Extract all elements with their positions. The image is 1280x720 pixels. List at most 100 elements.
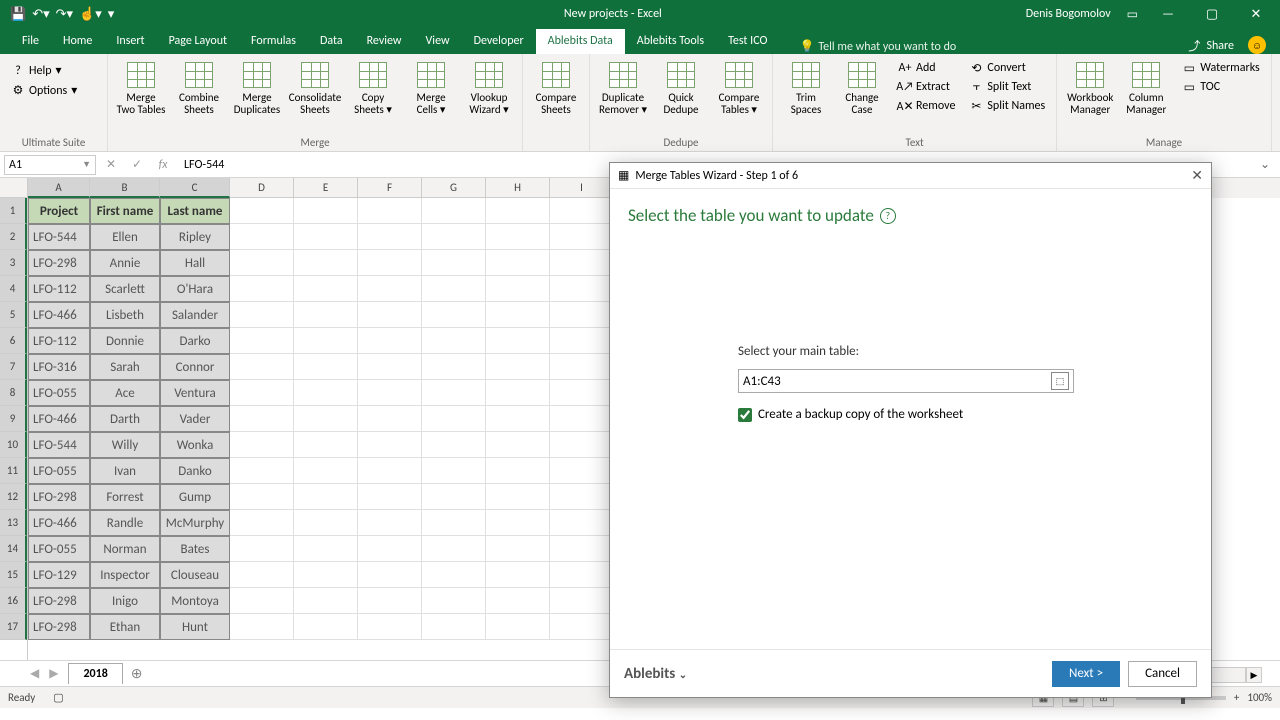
- table-cell[interactable]: LFO-055: [28, 536, 90, 562]
- text-add[interactable]: A+Add: [896, 59, 957, 77]
- table-cell[interactable]: Darth: [90, 406, 160, 432]
- manage-watermarks[interactable]: ▭Watermarks: [1180, 59, 1262, 77]
- dedupe-btn-2[interactable]: Compare Tables ▾: [711, 57, 767, 118]
- scroll-right-icon[interactable]: ▶: [1246, 667, 1262, 683]
- row-header-1[interactable]: 1: [0, 198, 27, 224]
- table-cell[interactable]: Ripley: [160, 224, 230, 250]
- table-cell[interactable]: Donnie: [90, 328, 160, 354]
- table-cell[interactable]: O'Hara: [160, 276, 230, 302]
- merge-btn-1[interactable]: Combine Sheets: [171, 57, 227, 118]
- row-header-3[interactable]: 3: [0, 250, 27, 276]
- table-cell[interactable]: Wonka: [160, 432, 230, 458]
- table-cell[interactable]: Salander: [160, 302, 230, 328]
- col-header-I[interactable]: I: [550, 178, 614, 198]
- help-icon[interactable]: ?: [880, 208, 896, 224]
- table-cell[interactable]: LFO-466: [28, 406, 90, 432]
- tab-ablebits-data[interactable]: Ablebits Data: [536, 29, 625, 54]
- table-cell[interactable]: Annie: [90, 250, 160, 276]
- text-convert[interactable]: ⟲Convert: [967, 59, 1047, 77]
- tab-ablebits-tools[interactable]: Ablebits Tools: [625, 29, 716, 54]
- table-header[interactable]: First name: [90, 198, 160, 224]
- col-header-E[interactable]: E: [294, 178, 358, 198]
- options-button[interactable]: ⚙Options ▾: [9, 81, 79, 100]
- cancel-formula-icon[interactable]: ✕: [100, 157, 122, 172]
- table-cell[interactable]: McMurphy: [160, 510, 230, 536]
- col-header-D[interactable]: D: [230, 178, 294, 198]
- tab-view[interactable]: View: [414, 29, 462, 54]
- row-header-9[interactable]: 9: [0, 406, 27, 432]
- table-cell[interactable]: LFO-112: [28, 276, 90, 302]
- row-header-2[interactable]: 2: [0, 224, 27, 250]
- table-cell[interactable]: Lisbeth: [90, 302, 160, 328]
- row-header-10[interactable]: 10: [0, 432, 27, 458]
- manage-toc[interactable]: ▭TOC: [1180, 78, 1262, 96]
- col-header-B[interactable]: B: [90, 178, 160, 198]
- row-header-11[interactable]: 11: [0, 458, 27, 484]
- table-cell[interactable]: Montoya: [160, 588, 230, 614]
- table-cell[interactable]: Inigo: [90, 588, 160, 614]
- table-header[interactable]: Last name: [160, 198, 230, 224]
- row-header-4[interactable]: 4: [0, 276, 27, 302]
- col-header-F[interactable]: F: [358, 178, 422, 198]
- merge-btn-0[interactable]: Merge Two Tables: [113, 57, 169, 118]
- tell-me[interactable]: 💡 Tell me what you want to do: [799, 39, 956, 54]
- row-header-14[interactable]: 14: [0, 536, 27, 562]
- table-cell[interactable]: Ace: [90, 380, 160, 406]
- expand-formula-icon[interactable]: ⌄: [1254, 157, 1276, 172]
- table-cell[interactable]: LFO-544: [28, 224, 90, 250]
- row-header-16[interactable]: 16: [0, 588, 27, 614]
- save-icon[interactable]: 💾: [10, 7, 26, 22]
- text-extract[interactable]: A↗Extract: [896, 78, 957, 96]
- table-cell[interactable]: Darko: [160, 328, 230, 354]
- table-cell[interactable]: LFO-544: [28, 432, 90, 458]
- table-cell[interactable]: Norman: [90, 536, 160, 562]
- enter-formula-icon[interactable]: ✓: [126, 157, 148, 172]
- merge-btn-4[interactable]: Copy Sheets ▾: [345, 57, 401, 118]
- table-cell[interactable]: LFO-466: [28, 510, 90, 536]
- table-cell[interactable]: Hunt: [160, 614, 230, 640]
- col-header-C[interactable]: C: [160, 178, 230, 198]
- sheet-tab-2018[interactable]: 2018: [68, 663, 122, 684]
- help-button[interactable]: ?Help ▾: [9, 61, 64, 80]
- row-header-6[interactable]: 6: [0, 328, 27, 354]
- table-cell[interactable]: Bates: [160, 536, 230, 562]
- backup-checkbox[interactable]: Create a backup copy of the worksheet: [738, 407, 1193, 422]
- tab-developer[interactable]: Developer: [462, 29, 536, 54]
- undo-icon[interactable]: ↶▾: [32, 7, 49, 22]
- table-cell[interactable]: Ventura: [160, 380, 230, 406]
- text-remove[interactable]: A✕Remove: [896, 97, 957, 115]
- row-header-13[interactable]: 13: [0, 510, 27, 536]
- table-cell[interactable]: Clouseau: [160, 562, 230, 588]
- row-header-15[interactable]: 15: [0, 562, 27, 588]
- tab-data[interactable]: Data: [308, 29, 355, 54]
- table-cell[interactable]: Sarah: [90, 354, 160, 380]
- zoom-level[interactable]: 100%: [1247, 691, 1272, 704]
- row-header-8[interactable]: 8: [0, 380, 27, 406]
- dedupe-btn-0[interactable]: Duplicate Remover ▾: [595, 57, 651, 118]
- prev-sheet-icon[interactable]: ◀: [30, 666, 39, 681]
- tab-review[interactable]: Review: [355, 29, 414, 54]
- table-cell[interactable]: Connor: [160, 354, 230, 380]
- table-cell[interactable]: LFO-298: [28, 484, 90, 510]
- merge-btn-3[interactable]: Consolidate Sheets: [287, 57, 343, 118]
- range-input[interactable]: [743, 374, 1051, 389]
- table-cell[interactable]: Randle: [90, 510, 160, 536]
- dialog-titlebar[interactable]: ▦ Merge Tables Wizard - Step 1 of 6 ✕: [610, 163, 1211, 189]
- text-split-names[interactable]: ✂Split Names: [967, 97, 1047, 115]
- table-cell[interactable]: LFO-316: [28, 354, 90, 380]
- cancel-button[interactable]: Cancel: [1128, 661, 1197, 687]
- user-avatar-icon[interactable]: ▭: [1127, 7, 1138, 22]
- tab-home[interactable]: Home: [51, 29, 104, 54]
- backup-checkbox-input[interactable]: [738, 408, 752, 422]
- col-header-H[interactable]: H: [486, 178, 550, 198]
- table-cell[interactable]: LFO-298: [28, 614, 90, 640]
- table-cell[interactable]: LFO-055: [28, 458, 90, 484]
- table-cell[interactable]: Gump: [160, 484, 230, 510]
- brand-label[interactable]: Ablebits ⌄: [624, 665, 687, 683]
- share-button[interactable]: ⤴ Share: [1188, 37, 1234, 54]
- table-cell[interactable]: LFO-298: [28, 250, 90, 276]
- table-cell[interactable]: LFO-129: [28, 562, 90, 588]
- macro-record-icon[interactable]: ▢: [53, 691, 63, 704]
- table-cell[interactable]: Danko: [160, 458, 230, 484]
- table-cell[interactable]: LFO-466: [28, 302, 90, 328]
